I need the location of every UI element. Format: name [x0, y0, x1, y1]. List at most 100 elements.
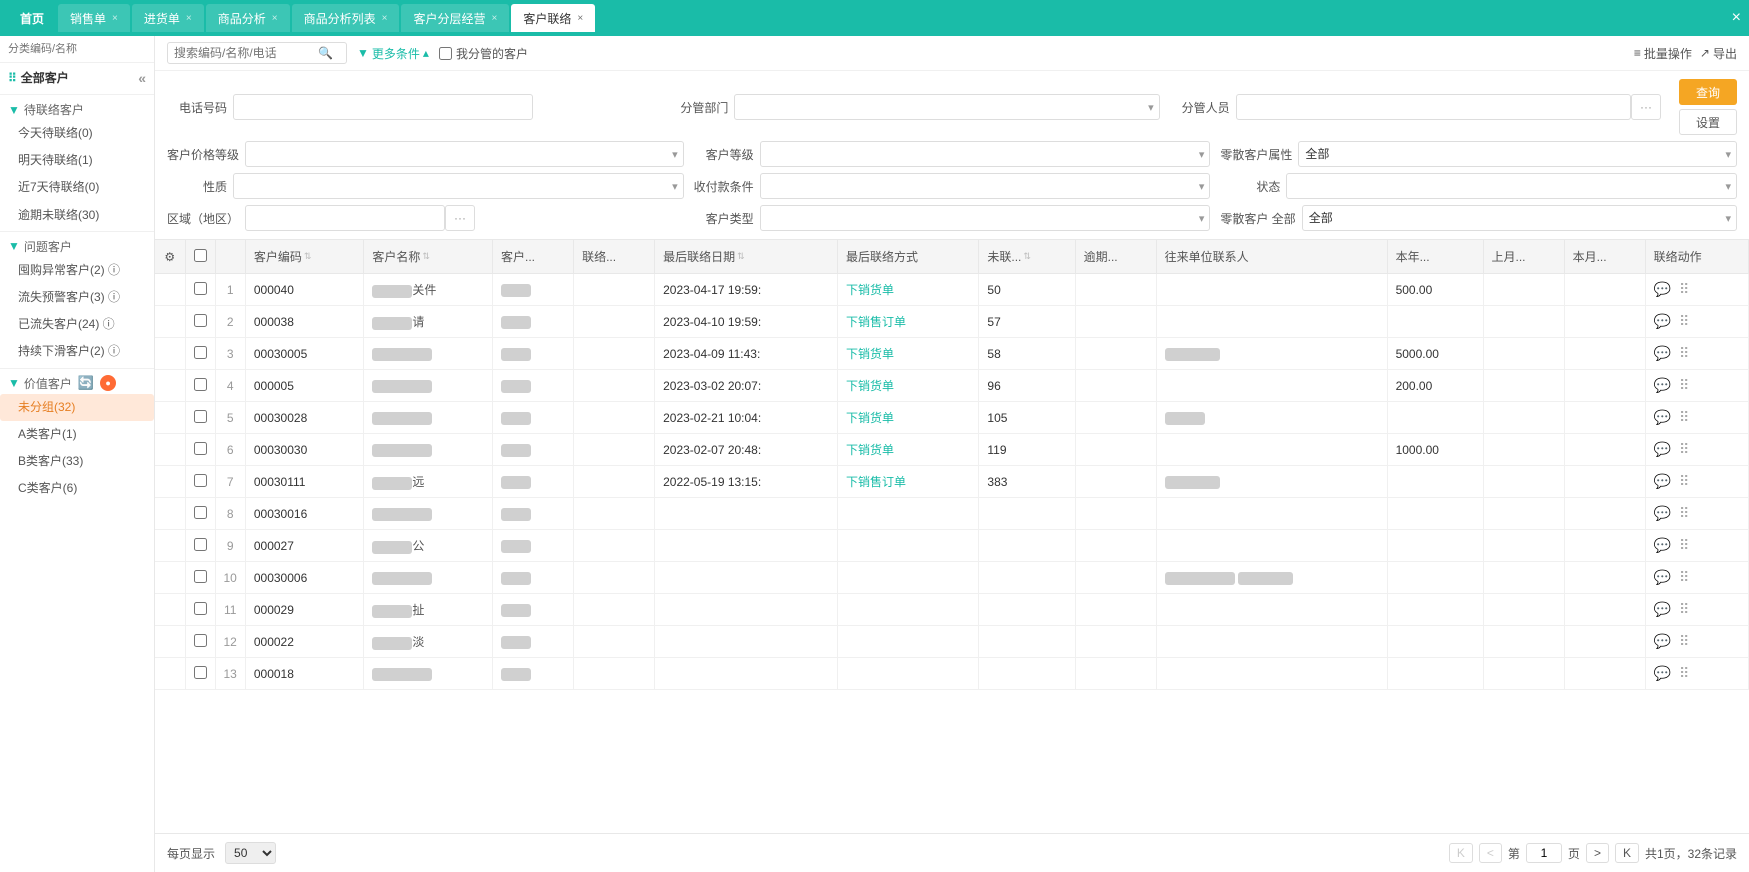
- filter-area-input[interactable]: [245, 205, 445, 231]
- grid-action-icon[interactable]: ⠿: [1679, 537, 1689, 554]
- more-conditions-btn[interactable]: ▼ 更多条件 ▴: [357, 45, 429, 62]
- row-checkbox[interactable]: [194, 506, 207, 519]
- row-checkbox[interactable]: [194, 410, 207, 423]
- tab-home[interactable]: 首页: [8, 4, 56, 32]
- tab-purchase[interactable]: 进货单 ×: [132, 4, 204, 32]
- filter-cust-type-select[interactable]: [760, 205, 1211, 231]
- reset-btn[interactable]: 设置: [1679, 109, 1737, 135]
- col-uncontacted[interactable]: 未联... ⇅: [979, 240, 1075, 274]
- filter-status-select[interactable]: [1286, 173, 1737, 199]
- chat-action-icon[interactable]: 💬: [1654, 537, 1671, 554]
- grid-action-icon[interactable]: ⠿: [1679, 473, 1689, 490]
- chat-action-icon[interactable]: 💬: [1654, 505, 1671, 522]
- tab-customer-contact-close[interactable]: ×: [577, 13, 583, 24]
- row-checkbox-cell[interactable]: [185, 530, 215, 562]
- tab-product-list[interactable]: 商品分析列表 ×: [292, 4, 400, 32]
- page-size-select[interactable]: 50 100 200: [225, 842, 276, 864]
- col-last-contact-date[interactable]: 最后联络日期 ⇅: [655, 240, 838, 274]
- filter-dept-select[interactable]: [734, 94, 1159, 120]
- contact-method-link[interactable]: 下销售订单: [846, 475, 906, 489]
- row-checkbox[interactable]: [194, 346, 207, 359]
- collapse-icon[interactable]: «: [138, 70, 146, 86]
- row-checkbox[interactable]: [194, 602, 207, 615]
- row-checkbox[interactable]: [194, 634, 207, 647]
- row-checkbox-cell[interactable]: [185, 658, 215, 690]
- col-this-month[interactable]: 本月...: [1564, 240, 1645, 274]
- grid-action-icon[interactable]: ⠿: [1679, 281, 1689, 298]
- group-problem-customers[interactable]: ▼ 问题客户: [0, 234, 154, 257]
- sidebar-item-hoarding[interactable]: 囤购异常客户(2) ⓘ: [0, 257, 154, 284]
- grid-action-icon[interactable]: ⠿: [1679, 633, 1689, 650]
- filter-level-select[interactable]: [760, 141, 1211, 167]
- row-checkbox[interactable]: [194, 666, 207, 679]
- tab-product-list-close[interactable]: ×: [382, 13, 388, 24]
- tab-sales[interactable]: 销售单 ×: [58, 4, 130, 32]
- filter-retail-attr-select[interactable]: 全部: [1298, 141, 1737, 167]
- export-btn[interactable]: ↗ 导出: [1700, 45, 1737, 62]
- tab-customer-segment[interactable]: 客户分层经营 ×: [401, 4, 509, 32]
- sidebar-item-7days-pending[interactable]: 近7天待联络(0): [0, 174, 154, 201]
- col-name[interactable]: 客户名称 ⇅: [364, 240, 493, 274]
- row-checkbox-cell[interactable]: [185, 370, 215, 402]
- col-cust-type[interactable]: 客户...: [493, 240, 574, 274]
- prev-page-btn[interactable]: <: [1479, 843, 1502, 863]
- sidebar-item-ungrouped[interactable]: 未分组(32): [0, 394, 154, 421]
- grid-action-icon[interactable]: ⠿: [1679, 569, 1689, 586]
- filter-area-dots-btn[interactable]: ···: [445, 205, 475, 231]
- filter-person-input[interactable]: [1236, 94, 1631, 120]
- main-search-icon[interactable]: 🔍: [318, 46, 333, 60]
- sidebar-item-class-c[interactable]: C类客户(6): [0, 475, 154, 502]
- query-btn[interactable]: 查询: [1679, 79, 1737, 105]
- grid-action-icon[interactable]: ⠿: [1679, 409, 1689, 426]
- chat-action-icon[interactable]: 💬: [1654, 377, 1671, 394]
- row-checkbox-cell[interactable]: [185, 466, 215, 498]
- chat-action-icon[interactable]: 💬: [1654, 569, 1671, 586]
- row-checkbox-cell[interactable]: [185, 274, 215, 306]
- filter-payment-select[interactable]: [760, 173, 1211, 199]
- contact-method-link[interactable]: 下销货单: [846, 411, 894, 425]
- contact-method-link[interactable]: 下销货单: [846, 379, 894, 393]
- col-code[interactable]: 客户编码 ⇅: [245, 240, 363, 274]
- filter-price-level-select[interactable]: [245, 141, 684, 167]
- main-search-input[interactable]: [174, 46, 314, 60]
- grid-action-icon[interactable]: ⠿: [1679, 377, 1689, 394]
- sidebar-item-today-pending[interactable]: 今天待联络(0): [0, 120, 154, 147]
- grid-action-icon[interactable]: ⠿: [1679, 441, 1689, 458]
- row-checkbox-cell[interactable]: [185, 434, 215, 466]
- filter-person-dots-btn[interactable]: ···: [1631, 94, 1661, 120]
- window-close[interactable]: ×: [1732, 9, 1741, 27]
- my-customers-checkbox[interactable]: [439, 47, 452, 60]
- grid-action-icon[interactable]: ⠿: [1679, 345, 1689, 362]
- chat-action-icon[interactable]: 💬: [1654, 601, 1671, 618]
- grid-action-icon[interactable]: ⠿: [1679, 665, 1689, 682]
- tab-customer-segment-close[interactable]: ×: [491, 13, 497, 24]
- sidebar-search-input[interactable]: [8, 43, 150, 55]
- chat-action-icon[interactable]: 💬: [1654, 281, 1671, 298]
- sidebar-item-churned[interactable]: 已流失客户(24) ⓘ: [0, 311, 154, 338]
- sidebar-item-declining[interactable]: 持续下滑客户(2) ⓘ: [0, 338, 154, 365]
- contact-method-link[interactable]: 下销售订单: [846, 315, 906, 329]
- col-last-contact-method[interactable]: 最后联络方式: [837, 240, 978, 274]
- chat-action-icon[interactable]: 💬: [1654, 313, 1671, 330]
- sidebar-item-class-b[interactable]: B类客户(33): [0, 448, 154, 475]
- chat-action-icon[interactable]: 💬: [1654, 441, 1671, 458]
- tab-product-analysis[interactable]: 商品分析 ×: [206, 4, 290, 32]
- tab-sales-close[interactable]: ×: [112, 13, 118, 24]
- my-customers-checkbox-label[interactable]: 我分管的客户: [439, 45, 528, 62]
- filter-phone-input[interactable]: [233, 94, 533, 120]
- row-checkbox-cell[interactable]: [185, 498, 215, 530]
- col-contact[interactable]: 联络...: [574, 240, 655, 274]
- row-checkbox[interactable]: [194, 282, 207, 295]
- row-checkbox-cell[interactable]: [185, 402, 215, 434]
- all-customers-header[interactable]: ⠿ 全部客户 «: [0, 63, 154, 92]
- contact-method-link[interactable]: 下销货单: [846, 443, 894, 457]
- chat-action-icon[interactable]: 💬: [1654, 409, 1671, 426]
- filter-retail-cust-select[interactable]: 全部: [1302, 205, 1737, 231]
- col-this-year[interactable]: 本年...: [1387, 240, 1483, 274]
- sidebar-item-tomorrow-pending[interactable]: 明天待联络(1): [0, 147, 154, 174]
- contact-method-link[interactable]: 下销货单: [846, 283, 894, 297]
- chat-action-icon[interactable]: 💬: [1654, 633, 1671, 650]
- row-checkbox[interactable]: [194, 378, 207, 391]
- next-page-btn[interactable]: >: [1586, 843, 1609, 863]
- chat-action-icon[interactable]: 💬: [1654, 665, 1671, 682]
